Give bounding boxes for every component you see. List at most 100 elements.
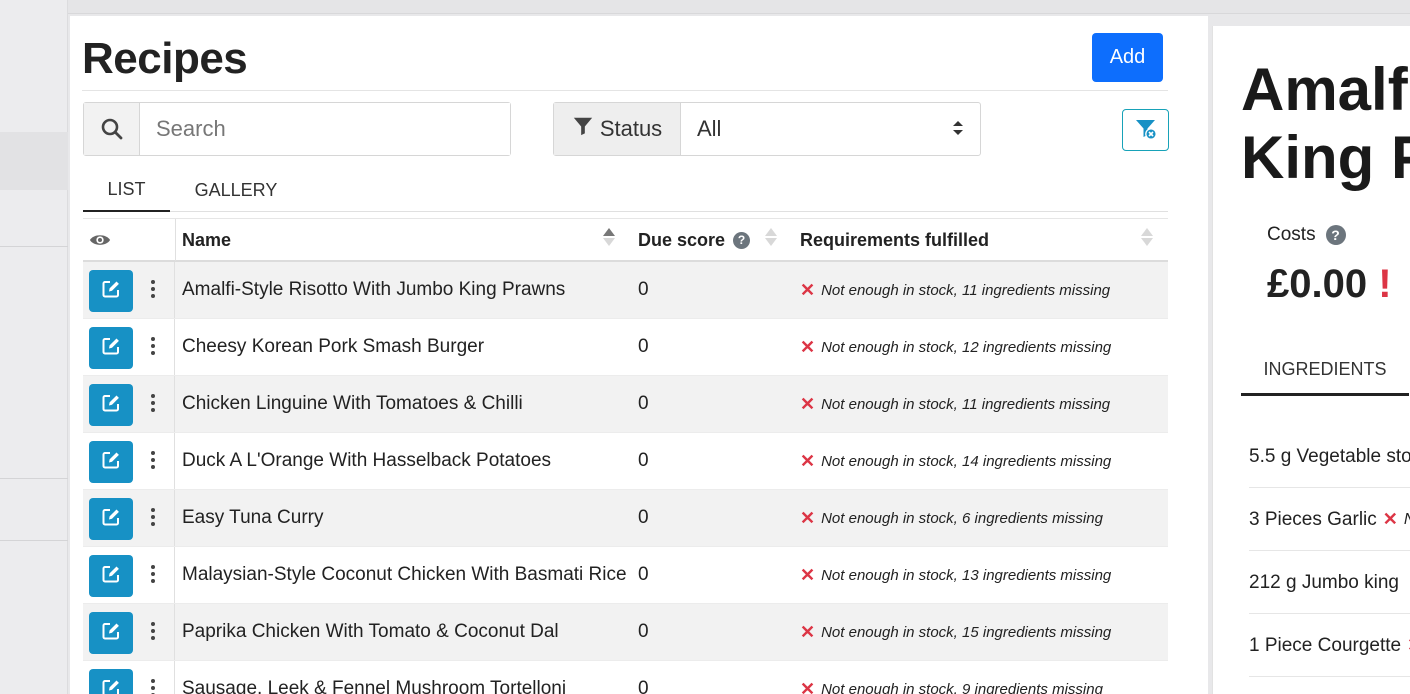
ingredient-item: 3 Pieces Garlic ✕ N (1249, 489, 1410, 551)
recipe-name[interactable]: Easy Tuna Curry (182, 490, 324, 546)
due-score: 0 (638, 393, 649, 414)
missing-text: N (1404, 511, 1410, 529)
detail-title-line: Amalfi- (1241, 56, 1410, 123)
recipe-name[interactable]: Sausage, Leek & Fennel Mushroom Tortello… (182, 661, 566, 694)
page-title: Recipes (82, 34, 248, 83)
due-score-label: Due score (638, 229, 726, 250)
status-label: Status (599, 116, 663, 141)
kebab-menu-icon (150, 621, 156, 646)
recipe-detail-panel: Amalfi- King Pr Costs ? £0.00 ! INGREDIE… (1212, 26, 1410, 694)
status-select[interactable]: All (681, 103, 980, 155)
requirement-text: Not enough in stock, 15 ingredients miss… (821, 623, 1112, 641)
sort-due-icon[interactable] (765, 228, 777, 246)
requirement-status: ✕ Not enough in stock, 14 ingredients mis… (800, 433, 1111, 489)
recipe-name[interactable]: Cheesy Korean Pork Smash Burger (182, 319, 484, 375)
recipe-name[interactable]: Paprika Chicken With Tomato & Coconut Da… (182, 604, 559, 660)
column-due-score[interactable]: Due score ? (638, 219, 751, 261)
requirement-status: ✕ Not enough in stock, 13 ingredients mis… (800, 547, 1111, 603)
column-name[interactable]: Name (182, 219, 231, 261)
ingredient-text: 5.5 g Vegetable sto (1249, 445, 1410, 467)
edit-button[interactable] (89, 270, 133, 312)
row-actions (83, 547, 175, 603)
help-icon[interactable]: ? (733, 231, 751, 249)
tab-ingredients[interactable]: INGREDIENTS (1241, 346, 1409, 396)
row-menu-button[interactable] (140, 555, 166, 597)
edit-icon (101, 678, 121, 694)
cross-icon: ✕ (800, 564, 816, 585)
requirement-status: ✕ Not enough in stock, 11 ingredients mis… (800, 376, 1110, 432)
edit-button[interactable] (89, 612, 133, 654)
sort-requirements-icon[interactable] (1141, 228, 1153, 246)
title-divider (82, 90, 1168, 91)
sidebar-divider (0, 478, 68, 479)
status-filter: Status All (553, 102, 981, 156)
table-row[interactable]: Malaysian-Style Coconut Chicken With Bas… (83, 547, 1168, 604)
edit-button[interactable] (89, 669, 133, 694)
edit-icon (101, 507, 121, 532)
kebab-menu-icon (150, 393, 156, 418)
sidebar-active-item[interactable] (0, 132, 68, 190)
table-row[interactable]: Duck A L'Orange With Hasselback Potatoes… (83, 433, 1168, 490)
sidebar-divider (0, 246, 68, 247)
recipe-name[interactable]: Malaysian-Style Coconut Chicken With Bas… (182, 547, 627, 603)
eye-icon[interactable] (89, 219, 111, 261)
add-recipe-button[interactable]: Add (1092, 33, 1163, 82)
table-row[interactable]: Amalfi-Style Risotto With Jumbo King Pra… (83, 262, 1168, 319)
recipe-name[interactable]: Amalfi-Style Risotto With Jumbo King Pra… (182, 262, 565, 318)
kebab-menu-icon (150, 678, 156, 694)
row-actions (83, 604, 175, 660)
edit-button[interactable] (89, 327, 133, 369)
table-row[interactable]: Paprika Chicken With Tomato & Coconut Da… (83, 604, 1168, 661)
row-menu-button[interactable] (140, 669, 166, 694)
clear-filter-button[interactable] (1122, 109, 1169, 151)
tab-list[interactable]: LIST (83, 168, 170, 212)
row-actions (83, 376, 175, 432)
row-menu-button[interactable] (140, 441, 166, 483)
costs-amount: £0.00 (1267, 262, 1368, 306)
costs-label: Costs ? (1267, 224, 1346, 246)
ingredient-item: 5.5 g Vegetable sto (1249, 426, 1410, 488)
cross-icon: ✕ (800, 393, 816, 414)
recipe-name[interactable]: Chicken Linguine With Tomatoes & Chilli (182, 376, 523, 432)
select-arrows-icon (952, 116, 964, 142)
row-actions (83, 490, 175, 546)
search-icon (84, 103, 140, 155)
row-menu-button[interactable] (140, 327, 166, 369)
row-menu-button[interactable] (140, 270, 166, 312)
row-menu-button[interactable] (140, 612, 166, 654)
table-row[interactable]: Sausage, Leek & Fennel Mushroom Tortello… (83, 661, 1168, 694)
edit-button[interactable] (89, 441, 133, 483)
help-icon[interactable]: ? (1325, 225, 1346, 245)
tab-gallery[interactable]: GALLERY (183, 168, 289, 212)
ingredient-item: 212 g Jumbo king (1249, 552, 1410, 614)
edit-button[interactable] (89, 384, 133, 426)
recipe-name[interactable]: Duck A L'Orange With Hasselback Potatoes (182, 433, 551, 489)
table-row[interactable]: Chicken Linguine With Tomatoes & Chilli … (83, 376, 1168, 433)
requirement-status: ✕ Not enough in stock, 11 ingredients mis… (800, 262, 1110, 318)
due-score: 0 (638, 621, 649, 642)
column-requirements[interactable]: Requirements fulfilled (800, 219, 989, 261)
kebab-menu-icon (150, 336, 156, 361)
detail-title: Amalfi- King Pr (1241, 56, 1410, 192)
edit-button[interactable] (89, 555, 133, 597)
column-divider (175, 219, 176, 261)
cross-icon: ✕ (800, 621, 816, 642)
requirement-status: ✕ Not enough in stock, 15 ingredients mis… (800, 604, 1111, 660)
sort-name-icon[interactable] (603, 228, 615, 246)
kebab-menu-icon (150, 450, 156, 475)
sidebar-divider (0, 540, 68, 541)
edit-button[interactable] (89, 498, 133, 540)
detail-title-line: King Pr (1241, 124, 1410, 191)
requirement-text: Not enough in stock, 11 ingredients miss… (821, 281, 1111, 299)
edit-icon (101, 393, 121, 418)
ingredient-text: 3 Pieces Garlic (1249, 508, 1377, 530)
ingredient-text: 212 g Jumbo king (1249, 571, 1399, 593)
row-menu-button[interactable] (140, 384, 166, 426)
table-row[interactable]: Cheesy Korean Pork Smash Burger 0 ✕ Not e… (83, 319, 1168, 376)
table-row[interactable]: Easy Tuna Curry 0 ✕ Not enough in stock, … (83, 490, 1168, 547)
row-menu-button[interactable] (140, 498, 166, 540)
recipes-panel: Recipes Add Status All LIST GALLERY (70, 16, 1208, 694)
due-score: 0 (638, 507, 649, 528)
search-input[interactable] (140, 103, 510, 155)
costs-label-text: Costs (1267, 224, 1316, 245)
